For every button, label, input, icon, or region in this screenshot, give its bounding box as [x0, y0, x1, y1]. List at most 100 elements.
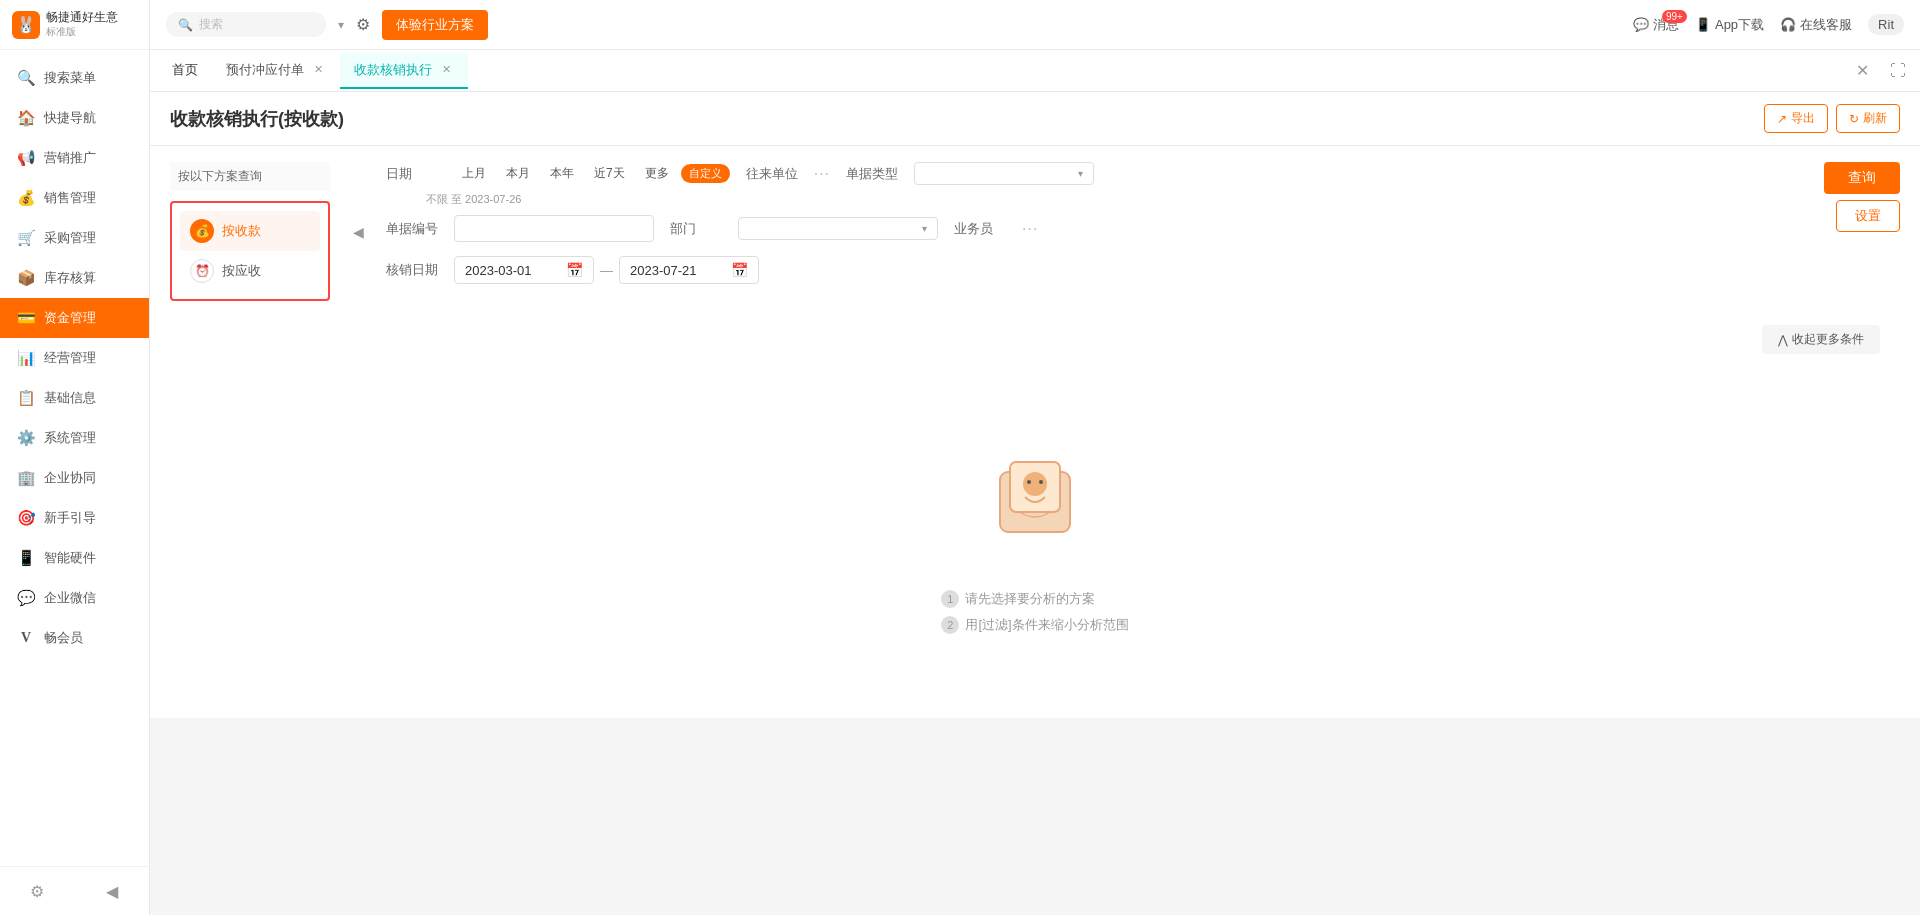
chevron-up-icon: ⋀: [1778, 333, 1788, 347]
main-area: 🔍 搜索 ▾ ⚙ 体验行业方案 💬 消息 99+ 📱 App下载 🎧 在线客服 …: [150, 0, 1920, 915]
app-download-button[interactable]: 📱 App下载: [1695, 16, 1764, 34]
message-badge: 99+: [1662, 10, 1687, 23]
query-button[interactable]: 查询: [1824, 162, 1900, 194]
sidebar-item-sales[interactable]: 💰 销售管理: [0, 178, 149, 218]
page: 收款核销执行(按收款) ↗ 导出 ↻ 刷新 按以下方案查询: [150, 92, 1920, 915]
bill-type-select[interactable]: ▾: [914, 162, 1094, 185]
empty-tip-2: 2 用[过滤]条件来缩小分析范围: [941, 612, 1128, 638]
counterpart-label: 往来单位: [746, 165, 806, 183]
page-title: 收款核销执行(按收款): [170, 107, 344, 131]
marketing-icon: 📢: [16, 148, 36, 168]
tab-close-all-button[interactable]: ✕: [1848, 57, 1876, 85]
sidebar-item-newbie[interactable]: 🎯 新手引导: [0, 498, 149, 538]
member-icon: V: [16, 628, 36, 648]
setting-button[interactable]: 设置: [1836, 200, 1900, 232]
staff-dots[interactable]: ···: [1022, 220, 1038, 238]
sidebar-item-basic[interactable]: 📋 基础信息: [0, 378, 149, 418]
topbar-right: 💬 消息 99+ 📱 App下载 🎧 在线客服 Rit: [1633, 14, 1904, 35]
sales-icon: 💰: [16, 188, 36, 208]
filter-collapse-button[interactable]: ◀: [346, 162, 370, 301]
last-7days-btn[interactable]: 近7天: [586, 162, 633, 185]
topbar-gear-icon[interactable]: ⚙: [356, 15, 370, 34]
counterpart-field: 往来单位 ···: [746, 165, 830, 183]
writeoff-date-from-input[interactable]: 2023-03-01 📅: [454, 256, 594, 284]
filter-option-by-receipt[interactable]: 💰 按收款: [180, 211, 320, 251]
sidebar-item-member[interactable]: V 畅会员: [0, 618, 149, 658]
filter-option-by-receivable[interactable]: ⏰ 按应收: [180, 251, 320, 291]
tab-home[interactable]: 首页: [158, 53, 212, 89]
purchase-icon: 🛒: [16, 228, 36, 248]
refresh-button[interactable]: ↻ 刷新: [1836, 104, 1900, 133]
export-icon: ↗: [1777, 112, 1787, 126]
page-header: 收款核销执行(按收款) ↗ 导出 ↻ 刷新: [150, 92, 1920, 146]
date-no-limit: 不限 至 2023-07-26: [426, 193, 521, 205]
industry-solution-button[interactable]: 体验行业方案: [382, 10, 488, 40]
staff-field: 业务员 ···: [954, 220, 1038, 238]
user-account[interactable]: Rit: [1868, 14, 1904, 35]
this-month-btn[interactable]: 本月: [498, 162, 538, 185]
sidebar-item-system[interactable]: ⚙️ 系统管理: [0, 418, 149, 458]
sidebar-nav: 🔍 搜索菜单 🏠 快捷导航 📢 营销推广 💰 销售管理 🛒 采购管理 📦 库存核…: [0, 50, 149, 866]
empty-tips: 1 请先选择要分析的方案 2 用[过滤]条件来缩小分析范围: [941, 586, 1128, 638]
message-button[interactable]: 💬 消息 99+: [1633, 16, 1679, 34]
topbar-dropdown-arrow[interactable]: ▾: [338, 18, 344, 32]
logo-icon: 🐰: [12, 11, 40, 39]
writeoff-date-label: 核销日期: [386, 261, 446, 279]
calendar-to-icon: 📅: [731, 262, 748, 278]
logo-text: 畅捷通好生意 标准版: [46, 10, 118, 40]
online-service-button[interactable]: 🎧 在线客服: [1780, 16, 1852, 34]
tab-receipt-writeoff-close[interactable]: ✕: [438, 62, 454, 78]
dept-label: 部门: [670, 220, 730, 238]
sidebar-bottom: ⚙ ◀: [0, 866, 149, 915]
sidebar-item-business[interactable]: 📊 经营管理: [0, 338, 149, 378]
basic-icon: 📋: [16, 388, 36, 408]
sidebar-item-finance[interactable]: 💳 资金管理: [0, 298, 149, 338]
svg-point-3: [1027, 480, 1031, 484]
filter-panel-title: 按以下方案查询: [170, 162, 330, 191]
last-month-btn[interactable]: 上月: [454, 162, 494, 185]
sidebar-item-marketing[interactable]: 📢 营销推广: [0, 138, 149, 178]
collapse-more-button[interactable]: ⋀ 收起更多条件: [1762, 325, 1880, 354]
empty-state: 1 请先选择要分析的方案 2 用[过滤]条件来缩小分析范围: [150, 362, 1920, 718]
tab-receipt-writeoff[interactable]: 收款核销执行 ✕: [340, 53, 468, 89]
writeoff-date-to-input[interactable]: 2023-07-21 📅: [619, 256, 759, 284]
export-button[interactable]: ↗ 导出: [1764, 104, 1828, 133]
wechat-icon: 💬: [16, 588, 36, 608]
inventory-icon: 📦: [16, 268, 36, 288]
bill-no-input[interactable]: [454, 215, 654, 242]
this-year-btn[interactable]: 本年: [542, 162, 582, 185]
bill-no-field: 单据编号: [386, 215, 654, 242]
tab-prepay-close[interactable]: ✕: [310, 62, 326, 78]
sidebar-item-hardware[interactable]: 📱 智能硬件: [0, 538, 149, 578]
page-content: 收款核销执行(按收款) ↗ 导出 ↻ 刷新 按以下方案查询: [150, 92, 1920, 915]
dept-select[interactable]: ▾: [738, 217, 938, 240]
refresh-icon: ↻: [1849, 112, 1859, 126]
tab-prepay[interactable]: 预付冲应付单 ✕: [212, 53, 340, 89]
more-date-btn[interactable]: 更多: [637, 162, 677, 185]
logo: 🐰 畅捷通好生意 标准版: [0, 0, 149, 50]
svg-point-2: [1023, 472, 1047, 496]
custom-date-badge: 自定义: [681, 164, 730, 183]
receipt-icon: 💰: [190, 219, 214, 243]
sidebar-item-inventory[interactable]: 📦 库存核算: [0, 258, 149, 298]
counterpart-dots[interactable]: ···: [814, 165, 830, 183]
newbie-icon: 🎯: [16, 508, 36, 528]
date-separator: —: [600, 263, 613, 278]
tab-expand-button[interactable]: ⛶: [1884, 57, 1912, 85]
sidebar-item-search[interactable]: 🔍 搜索菜单: [0, 58, 149, 98]
sidebar-item-quick-nav[interactable]: 🏠 快捷导航: [0, 98, 149, 138]
empty-illustration: [975, 442, 1095, 562]
chevron-down-icon: ▾: [1078, 168, 1083, 179]
search-placeholder: 搜索: [199, 16, 223, 33]
staff-label: 业务员: [954, 220, 1014, 238]
settings-bottom-button[interactable]: ⚙: [21, 875, 53, 907]
sidebar-item-wechat[interactable]: 💬 企业微信: [0, 578, 149, 618]
sidebar-item-purchase[interactable]: 🛒 采购管理: [0, 218, 149, 258]
collapse-sidebar-button[interactable]: ◀: [96, 875, 128, 907]
collapse-more-area: ⋀ 收起更多条件: [150, 317, 1920, 362]
writeoff-date-field: 核销日期 2023-03-01 📅 — 2023-07-21: [386, 256, 759, 284]
empty-tip-1: 1 请先选择要分析的方案: [941, 586, 1128, 612]
enterprise-icon: 🏢: [16, 468, 36, 488]
topbar-search[interactable]: 🔍 搜索: [166, 12, 326, 37]
sidebar-item-enterprise[interactable]: 🏢 企业协同: [0, 458, 149, 498]
